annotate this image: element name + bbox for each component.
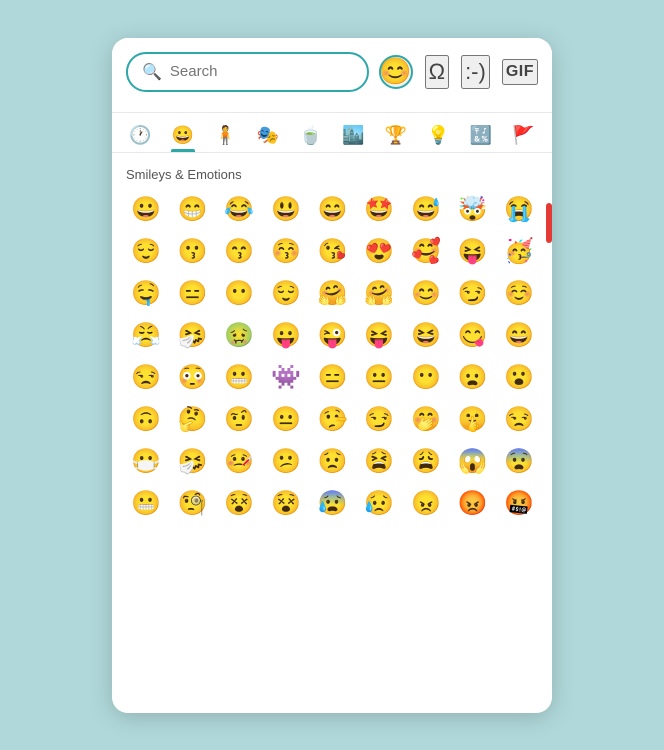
emoji-cell[interactable]: 🤒 (219, 442, 259, 482)
emoji-cell[interactable]: 😑 (313, 358, 353, 398)
emoji-cell[interactable]: 😚 (266, 232, 306, 272)
emoji-cell[interactable]: 😏 (453, 274, 493, 314)
category-symbols[interactable]: 💡 (418, 117, 459, 152)
emoji-cell[interactable]: 🤭 (406, 400, 446, 440)
emoji-cell[interactable]: 😊 (406, 274, 446, 314)
category-objects[interactable]: 🏆 (376, 117, 417, 152)
emoji-cell[interactable]: 🤫 (453, 400, 493, 440)
category-symbols2[interactable]: 🔣 (461, 117, 502, 152)
emoji-cell[interactable]: 😝 (359, 316, 399, 356)
emoji-cell[interactable]: 😐 (266, 400, 306, 440)
emoji-cell[interactable]: 😝 (453, 232, 493, 272)
emoji-cell[interactable]: 😥 (359, 484, 399, 524)
emoji-cell[interactable]: 😂 (219, 190, 259, 230)
emoji-cell[interactable]: 😵 (266, 484, 306, 524)
emoji-cell[interactable]: 😒 (499, 400, 539, 440)
emoji-tab-button[interactable]: 😊 (379, 55, 413, 89)
emoji-cell[interactable]: 🤔 (173, 400, 213, 440)
emoji-cell[interactable]: 😁 (173, 190, 213, 230)
emoji-cell[interactable]: 😨 (499, 442, 539, 482)
emoji-cell[interactable]: 😄 (313, 190, 353, 230)
emoji-cell[interactable]: 🙃 (126, 400, 166, 440)
emoji-cell[interactable]: 🤨 (219, 400, 259, 440)
emoji-cell[interactable]: 😙 (219, 232, 259, 272)
category-travel[interactable]: 🏙️ (333, 117, 374, 152)
emoji-cell[interactable]: 😌 (126, 232, 166, 272)
emoji-cell[interactable]: 👾 (266, 358, 306, 398)
emoji-cell[interactable]: 😩 (406, 442, 446, 482)
emoji-cell[interactable]: 😋 (453, 316, 493, 356)
header-icons: 😊 Ω :-) GIF (379, 55, 538, 89)
emoji-cell[interactable]: 🤯 (453, 190, 493, 230)
search-icon: 🔍 (142, 62, 162, 82)
category-flags[interactable]: 🚩 (503, 117, 544, 152)
gif-button[interactable]: GIF (502, 59, 538, 85)
emoji-cell[interactable]: 🤥 (313, 400, 353, 440)
search-row: 🔍 😊 Ω :-) GIF (126, 52, 538, 92)
emoji-cell[interactable]: 🤤 (126, 274, 166, 314)
emoji-cell[interactable]: 😡 (453, 484, 493, 524)
emoji-cell[interactable]: 🤢 (219, 316, 259, 356)
emoji-cell[interactable]: 😏 (359, 400, 399, 440)
category-activities[interactable]: 🎭 (248, 117, 289, 152)
emoji-cell[interactable]: 😑 (173, 274, 213, 314)
category-bar: 🕐😀🧍🎭🍵🏙️🏆💡🔣🚩 (112, 113, 552, 153)
emoji-cell[interactable]: 😶 (406, 358, 446, 398)
emoji-cell[interactable]: 😃 (266, 190, 306, 230)
emoji-cell[interactable]: 😒 (126, 358, 166, 398)
smiley-text-button[interactable]: :-) (461, 55, 490, 89)
emoji-cell[interactable]: 😶 (219, 274, 259, 314)
emoji-cell[interactable]: 🤧 (173, 316, 213, 356)
omega-button[interactable]: Ω (425, 55, 449, 89)
emoji-cell[interactable]: ☺️ (499, 274, 539, 314)
emoji-cell[interactable]: 😠 (406, 484, 446, 524)
emoji-cell[interactable]: 🤬 (499, 484, 539, 524)
emoji-cell[interactable]: 😀 (126, 190, 166, 230)
emoji-cell[interactable]: 😮 (499, 358, 539, 398)
emoji-cell[interactable]: 😳 (173, 358, 213, 398)
emoji-cell[interactable]: 😰 (313, 484, 353, 524)
emoji-grid: 😀😁😂😃😄🤩😅🤯😭😌😗😙😚😘😍🥰😝🥳🤤😑😶😌🤗🤗😊😏☺️😤🤧🤢😛😜😝😆😋😄😒😳😬… (126, 190, 544, 524)
category-people[interactable]: 🧍 (205, 117, 246, 152)
emoji-cell[interactable]: 😕 (266, 442, 306, 482)
emoji-area: Smileys & Emotions 😀😁😂😃😄🤩😅🤯😭😌😗😙😚😘😍🥰😝🥳🤤😑😶… (112, 153, 552, 713)
emoji-cell[interactable]: 🧐 (173, 484, 213, 524)
emoji-picker: 🔍 😊 Ω :-) GIF 🕐😀🧍🎭🍵🏙️🏆💡🔣🚩 Smileys & Emot… (112, 38, 552, 713)
emoji-cell[interactable]: 🥳 (499, 232, 539, 272)
emoji-cell[interactable]: 😐 (359, 358, 399, 398)
emoji-cell[interactable]: 😭 (499, 190, 539, 230)
emoji-cell[interactable]: 🤗 (359, 274, 399, 314)
emoji-cell[interactable]: 😅 (406, 190, 446, 230)
emoji-cell[interactable]: 😟 (313, 442, 353, 482)
section-label: Smileys & Emotions (126, 167, 544, 182)
emoji-cell[interactable]: 😆 (406, 316, 446, 356)
category-smileys[interactable]: 😀 (163, 117, 204, 152)
emoji-cell[interactable]: 😌 (266, 274, 306, 314)
emoji-cell[interactable]: 😬 (126, 484, 166, 524)
emoji-cell[interactable]: 🤩 (359, 190, 399, 230)
emoji-cell[interactable]: 🤧 (173, 442, 213, 482)
emoji-cell[interactable]: 😜 (313, 316, 353, 356)
emoji-cell[interactable]: 😄 (499, 316, 539, 356)
emoji-cell[interactable]: 🥰 (406, 232, 446, 272)
picker-header: 🔍 😊 Ω :-) GIF (112, 38, 552, 113)
emoji-cell[interactable]: 😫 (359, 442, 399, 482)
emoji-cell[interactable]: 😍 (359, 232, 399, 272)
emoji-cell[interactable]: 😗 (173, 232, 213, 272)
category-food[interactable]: 🍵 (290, 117, 331, 152)
emoji-cell[interactable]: 😘 (313, 232, 353, 272)
emoji-cell[interactable]: 😱 (453, 442, 493, 482)
emoji-cell[interactable]: 😦 (453, 358, 493, 398)
emoji-cell[interactable]: 😛 (266, 316, 306, 356)
emoji-cell[interactable]: 😤 (126, 316, 166, 356)
emoji-cell[interactable]: 🤗 (313, 274, 353, 314)
search-input[interactable] (170, 63, 353, 80)
emoji-cell[interactable]: 😵 (219, 484, 259, 524)
category-recent[interactable]: 🕐 (120, 117, 161, 152)
emoji-cell[interactable]: 😬 (219, 358, 259, 398)
scroll-indicator[interactable] (546, 203, 552, 243)
search-box[interactable]: 🔍 (126, 52, 369, 92)
emoji-cell[interactable]: 😷 (126, 442, 166, 482)
